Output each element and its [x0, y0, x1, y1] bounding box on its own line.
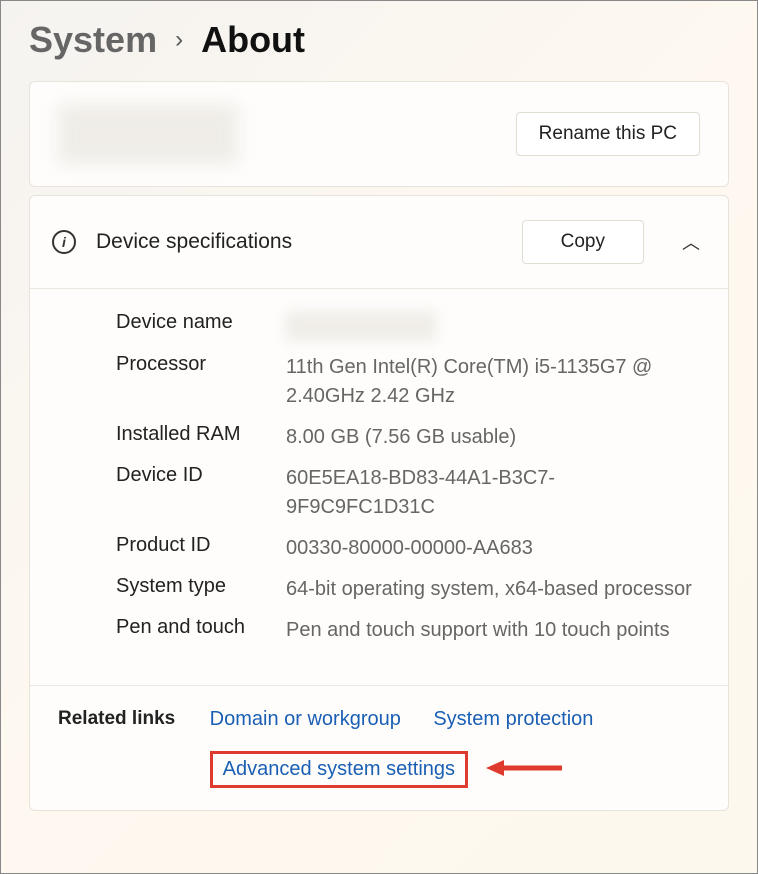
device-specs-body: Device name Processor 11th Gen Intel(R) … [30, 289, 728, 685]
spec-label: Processor [116, 353, 286, 411]
pc-name-card: Rename this PC [29, 81, 729, 187]
pc-name-value [58, 104, 238, 164]
link-system-protection[interactable]: System protection [433, 708, 593, 731]
highlight-annotation: Advanced system settings [210, 751, 468, 788]
device-specs-card: i Device specifications Copy ︿ Device na… [29, 195, 729, 811]
spec-value: 64-bit operating system, x64-based proce… [286, 575, 692, 604]
info-icon: i [52, 230, 76, 254]
spec-value: 8.00 GB (7.56 GB usable) [286, 423, 516, 452]
copy-button[interactable]: Copy [522, 220, 644, 264]
spec-label: Pen and touch [116, 616, 286, 645]
breadcrumb: System › About [29, 19, 729, 61]
spec-row-system-type: System type 64-bit operating system, x64… [116, 575, 700, 604]
spec-row-processor: Processor 11th Gen Intel(R) Core(TM) i5-… [116, 353, 700, 411]
spec-row-device-name: Device name [116, 311, 700, 341]
spec-label: Device name [116, 311, 286, 341]
breadcrumb-current: About [201, 19, 305, 61]
spec-label: Device ID [116, 464, 286, 522]
link-advanced-system-settings[interactable]: Advanced system settings [223, 758, 455, 781]
related-links-title: Related links [58, 708, 175, 730]
spec-value: Pen and touch support with 10 touch poin… [286, 616, 670, 645]
spec-row-ram: Installed RAM 8.00 GB (7.56 GB usable) [116, 423, 700, 452]
spec-label: System type [116, 575, 286, 604]
spec-value: 11th Gen Intel(R) Core(TM) i5-1135G7 @ 2… [286, 353, 700, 411]
spec-label: Installed RAM [116, 423, 286, 452]
spec-row-product-id: Product ID 00330-80000-00000-AA683 [116, 534, 700, 563]
arrow-annotation-icon [484, 758, 564, 783]
spec-row-pen-touch: Pen and touch Pen and touch support with… [116, 616, 700, 645]
device-specs-title: Device specifications [96, 230, 502, 254]
spec-row-device-id: Device ID 60E5EA18-BD83-44A1-B3C7-9F9C9F… [116, 464, 700, 522]
chevron-right-icon: › [175, 26, 183, 54]
device-specs-header[interactable]: i Device specifications Copy ︿ [30, 196, 728, 289]
spec-value: 60E5EA18-BD83-44A1-B3C7-9F9C9FC1D31C [286, 464, 700, 522]
link-domain-workgroup[interactable]: Domain or workgroup [210, 708, 401, 731]
related-links-section: Related links Domain or workgroup System… [30, 685, 728, 810]
spec-value-blurred [286, 311, 436, 341]
breadcrumb-parent[interactable]: System [29, 19, 157, 61]
chevron-up-icon[interactable]: ︿ [682, 229, 700, 255]
spec-label: Product ID [116, 534, 286, 563]
spec-value: 00330-80000-00000-AA683 [286, 534, 533, 563]
rename-pc-button[interactable]: Rename this PC [516, 112, 700, 156]
